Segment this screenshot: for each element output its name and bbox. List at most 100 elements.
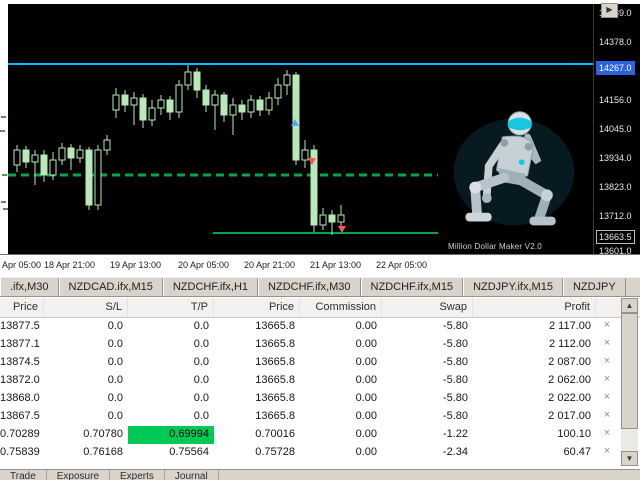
table-row[interactable]: 13872.0 0.0 0.0 13665.8 0.00 -5.80 2 062.00 × (0, 372, 640, 390)
table-cell: 0.00 (355, 356, 377, 368)
mt4-window: Million Dollar Maker V2.0 14489.014378.0… (0, 0, 640, 480)
robot-watermark-image (453, 111, 575, 226)
table-cell: 0.0 (193, 356, 209, 368)
column-header: Profit (473, 298, 596, 317)
table-cell: 0.0 (107, 392, 123, 404)
table-cell: 2 062.00 (548, 374, 591, 386)
table-cell: -5.80 (442, 320, 468, 332)
table-cell: 0.76168 (83, 446, 123, 458)
table-cell: 13665.8 (255, 338, 295, 350)
clipped-candle-mark (2, 174, 7, 176)
table-cell: -5.80 (442, 374, 468, 386)
table-cell: 0.75839 (0, 446, 40, 458)
table-row[interactable]: 0.70289 0.70780 0.69994 0.70016 0.00 -1.22 100… (0, 426, 640, 444)
table-row[interactable]: 13877.1 0.0 0.0 13665.8 0.00 -5.80 2 112.00 × (0, 336, 640, 354)
column-header: S/L (44, 298, 128, 317)
close-position-button[interactable]: × (596, 444, 618, 462)
table-cell: 2 017.00 (548, 410, 591, 422)
close-position-button[interactable]: × (596, 390, 618, 408)
table-cell: 13665.8 (255, 374, 295, 386)
chart-tab[interactable]: NZDJPY.ifx,M15 (463, 278, 563, 296)
price-label: 13712.0 (599, 211, 632, 221)
table-row[interactable]: 13874.5 0.0 0.0 13665.8 0.00 -5.80 2 087.00 × (0, 354, 640, 372)
table-cell: 0.00 (355, 428, 377, 440)
close-position-button[interactable]: × (596, 426, 618, 444)
table-cell: 13665.8 (255, 392, 295, 404)
table-cell: 13877.5 (0, 320, 40, 332)
table-cell: 13872.0 (0, 374, 40, 386)
price-axis[interactable]: 14489.014378.014267.014156.014045.013934… (593, 4, 640, 256)
scroll-up-icon[interactable]: ▲ (621, 298, 638, 313)
table-cell: 0.0 (107, 410, 123, 422)
table-cell: 0.00 (355, 320, 377, 332)
table-header-row: Price S/L T/P Price Commission Swap Profit (0, 298, 640, 318)
table-cell: 0.00 (355, 338, 377, 350)
price-label: 13934.0 (599, 153, 632, 163)
table-cell: -5.80 (442, 410, 468, 422)
table-cell: -5.80 (442, 392, 468, 404)
clipped-candle-mark (1, 201, 6, 203)
clipped-candle-mark (0, 130, 5, 132)
scroll-down-icon[interactable]: ▼ (621, 451, 638, 466)
terminal-tab-bar: Trade Exposure Experts Journal (0, 469, 640, 480)
table-cell: 0.0 (107, 374, 123, 386)
time-label: 21 Apr 13:00 (310, 260, 362, 270)
chart-tab[interactable]: NZDCHF.ifx,H1 (162, 278, 259, 296)
terminal-tab[interactable]: Exposure (47, 470, 111, 480)
time-axis[interactable]: Apr 05:00 18 Apr 21:00 19 Apr 13:00 20 Apr … (0, 254, 640, 275)
table-cell: -2.34 (442, 446, 468, 458)
table-cell: 13665.8 (255, 356, 295, 368)
table-cell: 0.00 (355, 374, 377, 386)
table-cell: 0.00 (355, 446, 377, 458)
table-cell: 13874.5 (0, 356, 40, 368)
table-cell: 0.0 (193, 320, 209, 332)
table-row[interactable]: 13877.5 0.0 0.0 13665.8 0.00 -5.80 2 117.00 × (0, 318, 640, 336)
column-header: Price (214, 298, 300, 317)
chart-tab[interactable]: NZDCHF.ifx,M30 (258, 278, 361, 296)
time-label: 22 Apr 05:00 (376, 260, 428, 270)
table-row[interactable]: 0.75839 0.76168 0.75564 0.75728 0.00 -2.34 60.… (0, 444, 640, 462)
clipped-candle-mark (1, 116, 6, 118)
trade-arrow-icon (338, 226, 346, 233)
table-row[interactable]: 13868.0 0.0 0.0 13665.8 0.00 -5.80 2 022.00 × (0, 390, 640, 408)
chart-tab[interactable]: .ifx,M30 (0, 278, 59, 296)
table-cell: 0.75728 (255, 446, 295, 458)
close-position-button[interactable]: × (596, 408, 618, 426)
close-position-button[interactable]: × (596, 318, 618, 336)
terminal-trade-panel: Price S/L T/P Price Commission Swap Profit 138… (0, 298, 640, 468)
tab-scroll-right-icon[interactable]: ▶ (601, 3, 618, 18)
close-position-button[interactable]: × (596, 372, 618, 390)
table-cell: 0.70780 (83, 428, 123, 440)
chart-tab[interactable]: NZDCAD.ifx,M15 (58, 278, 163, 296)
table-cell: 13877.1 (0, 338, 40, 350)
table-cell: -5.80 (442, 338, 468, 350)
table-cell: 2 112.00 (548, 338, 591, 350)
table-cell: 0.69994 (128, 426, 214, 444)
table-row[interactable]: 13867.5 0.0 0.0 13665.8 0.00 -5.80 2 017.00 × (0, 408, 640, 426)
terminal-tab[interactable]: Trade (0, 470, 47, 480)
price-chart[interactable]: Million Dollar Maker V2.0 (8, 4, 593, 254)
time-label: Apr 05:00 (2, 260, 42, 270)
table-cell: 0.75564 (169, 446, 209, 458)
table-cell: 2 117.00 (548, 320, 591, 332)
table-cell: 0.70016 (255, 428, 295, 440)
scrollbar-thumb[interactable] (621, 313, 638, 429)
table-cell: 13867.5 (0, 410, 40, 422)
table-cell: 13868.0 (0, 392, 40, 404)
column-header: T/P (128, 298, 214, 317)
close-position-button[interactable]: × (596, 354, 618, 372)
table-cell: 0.0 (107, 338, 123, 350)
chart-tab[interactable]: NZDCHF.ifx,M15 (360, 278, 464, 296)
close-position-button[interactable]: × (596, 336, 618, 354)
terminal-tab[interactable]: Journal (165, 470, 219, 480)
column-header: Commission (300, 298, 382, 317)
table-scrollbar[interactable]: ▲ ▼ (621, 298, 638, 466)
table-cell: 0.00 (355, 410, 377, 422)
price-label: 14045.0 (599, 124, 632, 134)
table-cell: 0.0 (107, 320, 123, 332)
chart-tab[interactable]: NZDJPY (562, 278, 626, 296)
table-cell: 0.0 (193, 338, 209, 350)
terminal-tab[interactable]: Experts (110, 470, 165, 480)
table-cell: 2 087.00 (548, 356, 591, 368)
table-cell: -1.22 (442, 428, 468, 440)
